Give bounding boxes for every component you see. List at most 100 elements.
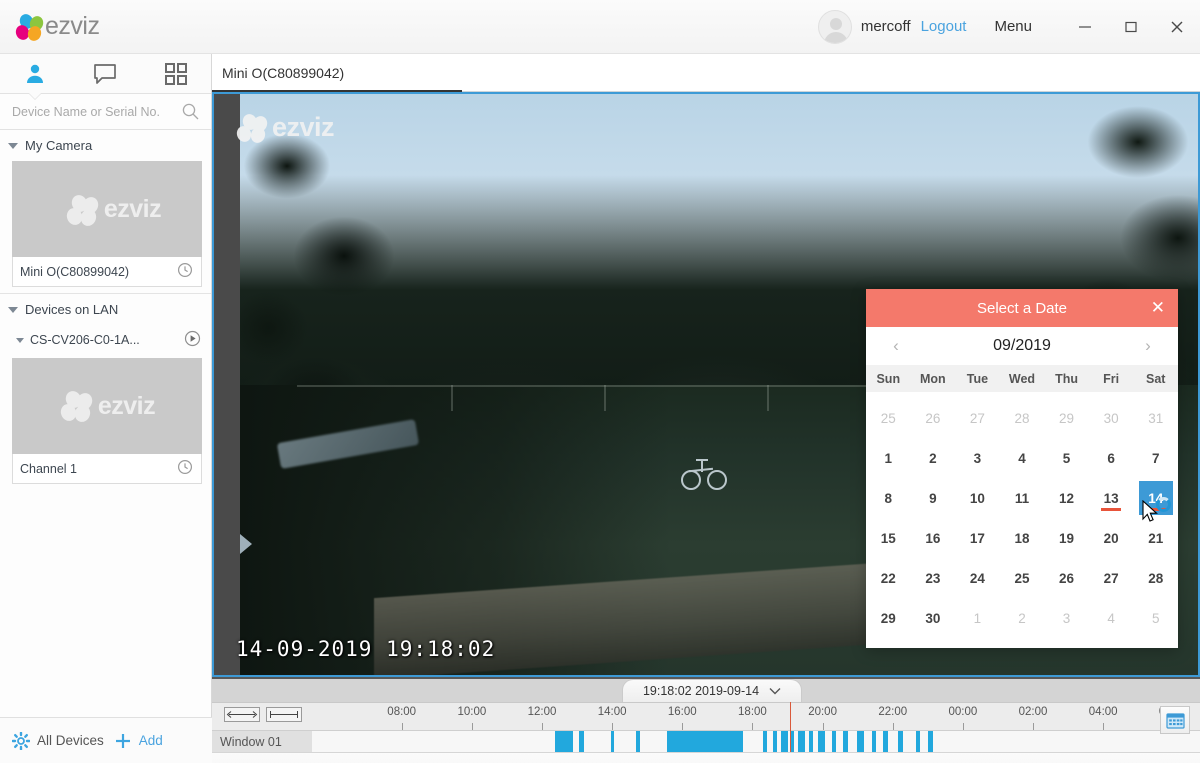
calendar-day[interactable]: 4 [1000, 438, 1045, 478]
calendar-day: 2 [1000, 598, 1045, 638]
recording-segment[interactable] [666, 731, 743, 753]
calendar-button[interactable] [1160, 706, 1190, 734]
recording-segment[interactable] [636, 731, 641, 753]
date-picker-header: Select a Date ✕ [866, 289, 1178, 327]
maximize-icon[interactable] [1108, 0, 1154, 54]
recording-segment[interactable] [818, 731, 826, 753]
calendar-day[interactable]: 2 [911, 438, 956, 478]
calendar-day-number: 26 [1059, 570, 1075, 586]
calendar-grid[interactable]: 25 26 27 28 29 30 31 1 2 3 4 5 6 7 8 9 10 11 12 13 14 15 16 17 1… [866, 392, 1178, 638]
calendar-day[interactable]: 11 [1000, 478, 1045, 518]
calendar-day-number: 17 [969, 530, 985, 546]
calendar-day[interactable]: 3 [955, 438, 1000, 478]
device-thumbnail[interactable]: ezviz [12, 358, 202, 454]
calendar-day-number: 9 [929, 490, 937, 506]
calendar-day[interactable]: 26 [1044, 558, 1089, 598]
recording-segment[interactable] [915, 731, 921, 753]
calendar-day[interactable]: 30 [911, 598, 956, 638]
calendar-day[interactable]: 27 [1089, 558, 1134, 598]
calendar-day[interactable]: 8 [866, 478, 911, 518]
history-clock-icon[interactable] [177, 262, 193, 281]
recording-segment[interactable] [883, 731, 888, 753]
add-device-button[interactable]: Add [114, 732, 163, 750]
chevron-right-icon[interactable]: › [1138, 336, 1158, 356]
timeline-track[interactable]: Window 01 [212, 730, 1200, 753]
recording-lane[interactable] [312, 731, 1145, 753]
menu-button[interactable]: Menu [994, 18, 1032, 35]
ezviz-flower-logo-icon [13, 11, 46, 43]
calendar-day[interactable]: 22 [866, 558, 911, 598]
calendar-day[interactable]: 9 [911, 478, 956, 518]
calendar-day[interactable]: 19 [1044, 518, 1089, 558]
calendar-day[interactable]: 10 [955, 478, 1000, 518]
calendar-day[interactable]: 5 [1044, 438, 1089, 478]
recording-segment[interactable] [611, 731, 615, 753]
recording-segment[interactable] [797, 731, 806, 753]
recording-segment[interactable] [772, 731, 777, 753]
recording-segment[interactable] [762, 731, 767, 753]
search-box[interactable] [0, 94, 211, 130]
zoom-in-arrows-icon[interactable] [266, 707, 302, 722]
date-picker-popup[interactable]: Select a Date ✕ ‹ 09/2019 › Sun Mon Tue Wed… [866, 289, 1178, 648]
sidebar-item-messages[interactable] [70, 54, 140, 93]
calendar-day[interactable]: 1 [866, 438, 911, 478]
subdevice-label: CS-CV206-C0-1A... [30, 333, 140, 347]
avatar[interactable] [817, 9, 852, 44]
calendar-day[interactable]: 29 [866, 598, 911, 638]
recording-segment[interactable] [578, 731, 584, 753]
expand-arrow-icon[interactable] [240, 534, 252, 554]
selected-time-dropdown[interactable]: 19:18:02 2019-09-14 [622, 679, 802, 702]
sidebar-item-apps[interactable] [141, 54, 211, 93]
recording-segment[interactable] [780, 731, 788, 753]
calendar-day[interactable]: 16 [911, 518, 956, 558]
calendar-day[interactable]: 17 [955, 518, 1000, 558]
calendar-day[interactable]: 15 [866, 518, 911, 558]
recording-segment[interactable] [843, 731, 849, 753]
calendar-day[interactable]: 7 [1133, 438, 1178, 478]
device-row[interactable]: Mini O(C80899042) [12, 257, 202, 287]
calendar-day[interactable]: 23 [911, 558, 956, 598]
minimize-icon[interactable] [1062, 0, 1108, 54]
calendar-day[interactable]: 13 [1089, 478, 1134, 518]
recording-segment[interactable] [809, 731, 814, 753]
sidebar-group-devices-on-lan[interactable]: Devices on LAN [0, 294, 211, 323]
calendar-day[interactable]: 25 [1000, 558, 1045, 598]
history-clock-icon[interactable] [177, 459, 193, 478]
calendar-day[interactable]: 12 [1044, 478, 1089, 518]
all-devices-label: All Devices [37, 733, 104, 748]
close-icon[interactable]: ✕ [1151, 299, 1165, 317]
calendar-day-number: 2 [1018, 610, 1026, 626]
calendar-day[interactable]: 18 [1000, 518, 1045, 558]
calendar-day-number: 18 [1014, 530, 1030, 546]
sidebar-group-my-camera[interactable]: My Camera [0, 130, 211, 159]
recording-segment[interactable] [897, 731, 903, 753]
chevron-left-icon[interactable]: ‹ [886, 336, 906, 356]
device-row[interactable]: Channel 1 [12, 454, 202, 484]
calendar-day[interactable]: 6 [1089, 438, 1134, 478]
logout-link[interactable]: Logout [921, 18, 967, 35]
calendar-day[interactable]: 28 [1133, 558, 1178, 598]
recording-segment[interactable] [831, 731, 836, 753]
recording-segment[interactable] [856, 731, 865, 753]
calendar-day[interactable]: 21 [1133, 518, 1178, 558]
chevron-down-icon [8, 306, 18, 313]
search-input[interactable] [12, 104, 182, 119]
search-icon[interactable] [182, 103, 199, 120]
sidebar-subdevice[interactable]: CS-CV206-C0-1A... [0, 323, 211, 356]
playhead-indicator[interactable] [789, 702, 791, 752]
recording-segment[interactable] [790, 731, 795, 753]
close-icon[interactable] [1154, 0, 1200, 54]
sidebar-item-devices[interactable] [0, 54, 70, 93]
all-devices-button[interactable]: All Devices [12, 731, 104, 750]
calendar-day-selected[interactable]: 14 [1133, 478, 1178, 518]
calendar-day[interactable]: 24 [955, 558, 1000, 598]
recording-segment[interactable] [871, 731, 876, 753]
calendar-day-number: 4 [1107, 610, 1115, 626]
device-thumbnail[interactable]: ezviz [12, 161, 202, 257]
recording-segment[interactable] [555, 731, 573, 753]
zoom-out-arrows-icon[interactable] [224, 707, 260, 722]
recording-segment[interactable] [928, 731, 934, 753]
timeline-ruler[interactable]: 08:00 10:00 12:00 14:00 16:00 18:00 20:00 22:00… [212, 702, 1200, 731]
play-circle-icon[interactable] [184, 330, 201, 350]
calendar-day[interactable]: 20 [1089, 518, 1134, 558]
